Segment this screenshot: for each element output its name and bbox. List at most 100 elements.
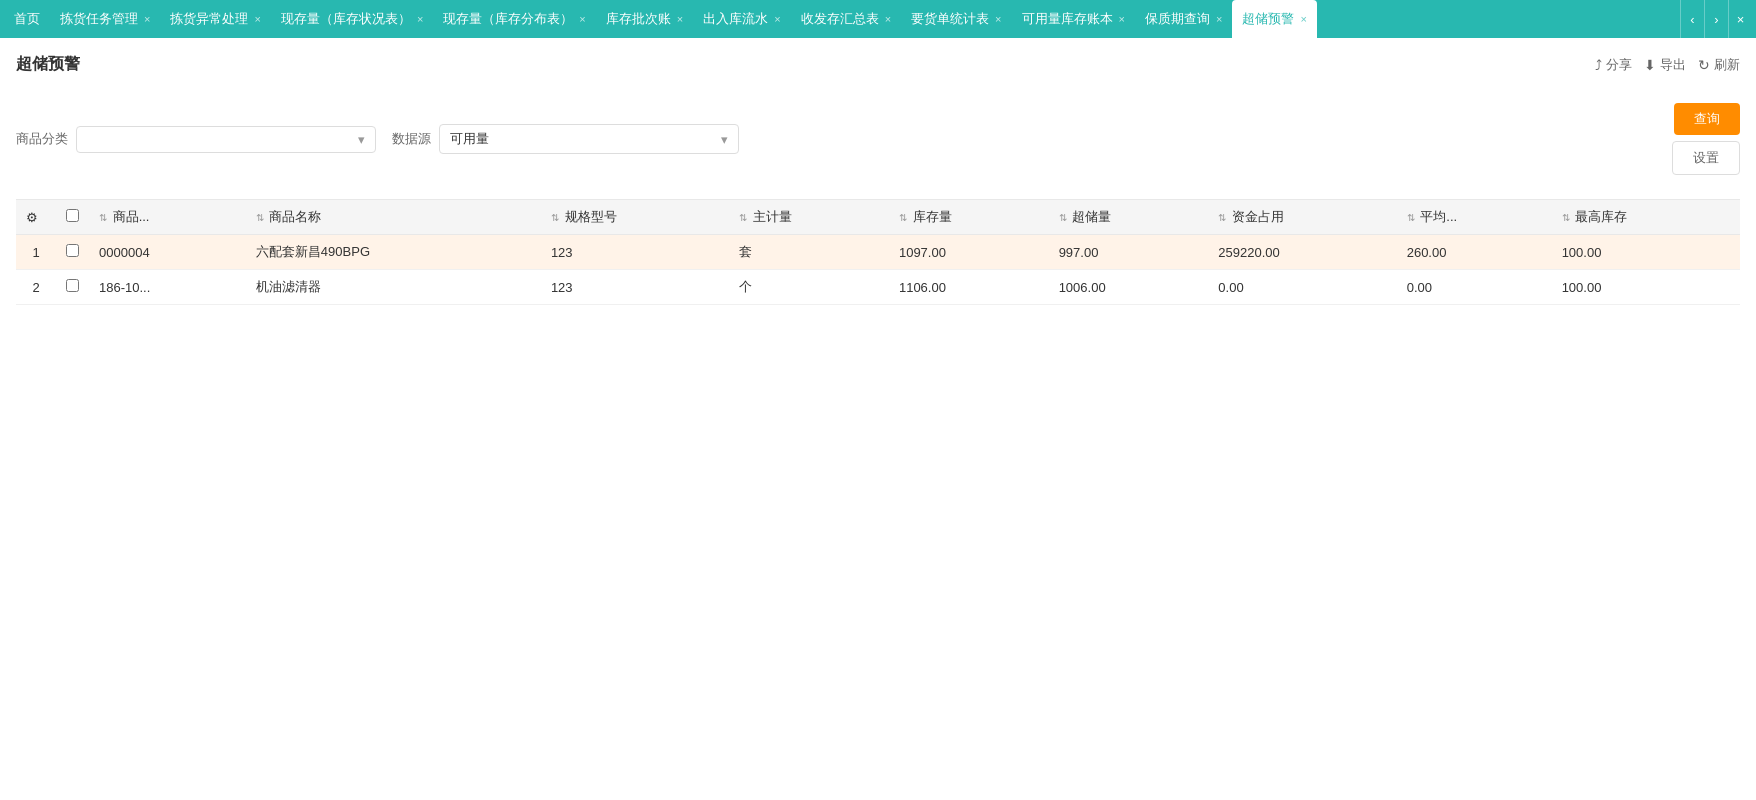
data-table: ⚙ ⇅ 商品... ⇅ 商品名称 ⇅ 规格型号 ⇅ — [16, 199, 1740, 305]
row-num: 2 — [16, 270, 56, 305]
nav-exception[interactable]: 拣货异常处理 × — [160, 0, 270, 38]
table-header-row: ⚙ ⇅ 商品... ⇅ 商品名称 ⇅ 规格型号 ⇅ — [16, 200, 1740, 235]
table-row: 2 186-10... 机油滤清器 123 个 1106.00 1006.00 … — [16, 270, 1740, 305]
row-checkbox-cell — [56, 270, 89, 305]
datasource-label: 数据源 — [392, 130, 431, 148]
sort-icon: ⇅ — [99, 212, 107, 223]
query-button[interactable]: 查询 — [1674, 103, 1740, 135]
close-icon[interactable]: × — [417, 13, 423, 25]
nav-home[interactable]: 首页 — [4, 0, 50, 38]
sort-icon: ⇅ — [1562, 212, 1570, 223]
select-all-checkbox[interactable] — [66, 209, 79, 222]
refresh-button[interactable]: ↻ 刷新 — [1698, 56, 1740, 74]
th-checkbox — [56, 200, 89, 235]
th-unit[interactable]: ⇅ 主计量 — [729, 200, 889, 235]
th-capital[interactable]: ⇅ 资金占用 — [1208, 200, 1396, 235]
close-icon[interactable]: × — [885, 13, 891, 25]
close-icon[interactable]: × — [1216, 13, 1222, 25]
row-num: 1 — [16, 235, 56, 270]
row-checkbox-cell — [56, 235, 89, 270]
sort-icon: ⇅ — [1218, 212, 1226, 223]
sort-icon: ⇅ — [256, 212, 264, 223]
export-button[interactable]: ⬇ 导出 — [1644, 56, 1686, 74]
chevron-down-icon: ▾ — [358, 132, 365, 147]
row-name: 机油滤清器 — [246, 270, 541, 305]
close-icon[interactable]: × — [677, 13, 683, 25]
nav-next-arrow[interactable]: › — [1704, 0, 1728, 38]
row-code: 0000004 — [89, 235, 246, 270]
row-avg: 0.00 — [1397, 270, 1552, 305]
share-icon: ⤴ — [1595, 57, 1602, 73]
th-overstock[interactable]: ⇅ 超储量 — [1049, 200, 1209, 235]
close-icon[interactable]: × — [774, 13, 780, 25]
th-avg[interactable]: ⇅ 平均... — [1397, 200, 1552, 235]
row-maxstock: 100.00 — [1552, 235, 1740, 270]
category-label: 商品分类 — [16, 130, 68, 148]
th-maxstock[interactable]: ⇅ 最高库存 — [1552, 200, 1740, 235]
nav-order-stat[interactable]: 要货单统计表 × — [901, 0, 1011, 38]
th-code[interactable]: ⇅ 商品... — [89, 200, 246, 235]
row-spec: 123 — [541, 235, 729, 270]
sort-icon: ⇅ — [1059, 212, 1067, 223]
close-icon[interactable]: × — [1119, 13, 1125, 25]
close-icon[interactable]: × — [995, 13, 1001, 25]
datasource-select[interactable]: 可用量 ▾ — [439, 124, 739, 154]
page-title: 超储预警 — [16, 54, 80, 75]
datasource-value: 可用量 — [450, 130, 489, 148]
nav-stock-dist[interactable]: 现存量（库存分布表） × — [433, 0, 595, 38]
settings-button[interactable]: 设置 — [1672, 141, 1740, 175]
close-icon[interactable]: × — [144, 13, 150, 25]
nav-collect[interactable]: 收发存汇总表 × — [791, 0, 901, 38]
datasource-filter-group: 数据源 可用量 ▾ — [392, 124, 739, 154]
row-checkbox[interactable] — [66, 244, 79, 257]
sort-icon: ⇅ — [551, 212, 559, 223]
row-avg: 260.00 — [1397, 235, 1552, 270]
gear-icon[interactable]: ⚙ — [26, 210, 38, 225]
row-unit: 个 — [729, 270, 889, 305]
table-row: 1 0000004 六配套新昌490BPG 123 套 1097.00 997.… — [16, 235, 1740, 270]
nav-close-arrow[interactable]: × — [1728, 0, 1752, 38]
row-checkbox[interactable] — [66, 279, 79, 292]
row-stock: 1106.00 — [889, 270, 1049, 305]
category-select[interactable]: ▾ — [76, 126, 376, 153]
nav-expiry[interactable]: 保质期查询 × — [1135, 0, 1232, 38]
category-filter-group: 商品分类 ▾ — [16, 126, 376, 153]
sort-icon: ⇅ — [739, 212, 747, 223]
header-actions: ⤴ 分享 ⬇ 导出 ↻ 刷新 — [1595, 56, 1740, 74]
row-spec: 123 — [541, 270, 729, 305]
th-stock[interactable]: ⇅ 库存量 — [889, 200, 1049, 235]
row-stock: 1097.00 — [889, 235, 1049, 270]
nav-batch[interactable]: 库存批次账 × — [596, 0, 693, 38]
top-nav: 首页 拣货任务管理 × 拣货异常处理 × 现存量（库存状况表） × 现存量（库存… — [0, 0, 1756, 38]
export-icon: ⬇ — [1644, 57, 1656, 73]
chevron-down-icon: ▾ — [721, 132, 728, 147]
th-name[interactable]: ⇅ 商品名称 — [246, 200, 541, 235]
sort-icon: ⇅ — [1407, 212, 1415, 223]
nav-prev-arrow[interactable]: ‹ — [1680, 0, 1704, 38]
sort-icon: ⇅ — [899, 212, 907, 223]
row-capital: 259220.00 — [1208, 235, 1396, 270]
nav-task-mgmt[interactable]: 拣货任务管理 × — [50, 0, 160, 38]
row-maxstock: 100.00 — [1552, 270, 1740, 305]
close-icon[interactable]: × — [579, 13, 585, 25]
row-unit: 套 — [729, 235, 889, 270]
refresh-icon: ↻ — [1698, 57, 1710, 73]
row-code: 186-10... — [89, 270, 246, 305]
row-overstock: 997.00 — [1049, 235, 1209, 270]
share-button[interactable]: ⤴ 分享 — [1595, 56, 1632, 74]
nav-arrows: ‹ › × — [1680, 0, 1752, 38]
nav-available-stock[interactable]: 可用量库存账本 × — [1012, 0, 1135, 38]
page-header: 超储预警 ⤴ 分享 ⬇ 导出 ↻ 刷新 — [16, 54, 1740, 75]
row-capital: 0.00 — [1208, 270, 1396, 305]
nav-overstock[interactable]: 超储预警 × — [1232, 0, 1316, 38]
th-spec[interactable]: ⇅ 规格型号 — [541, 200, 729, 235]
row-overstock: 1006.00 — [1049, 270, 1209, 305]
nav-inout-flow[interactable]: 出入库流水 × — [693, 0, 790, 38]
filter-bar: 商品分类 ▾ 数据源 可用量 ▾ 查询 设置 — [16, 91, 1740, 187]
th-settings: ⚙ — [16, 200, 56, 235]
nav-stock-status[interactable]: 现存量（库存状况表） × — [271, 0, 433, 38]
close-icon[interactable]: × — [254, 13, 260, 25]
close-icon[interactable]: × — [1300, 13, 1306, 25]
filter-actions: 查询 设置 — [1672, 103, 1740, 175]
page-container: 超储预警 ⤴ 分享 ⬇ 导出 ↻ 刷新 商品分类 ▾ 数据源 — [0, 38, 1756, 800]
